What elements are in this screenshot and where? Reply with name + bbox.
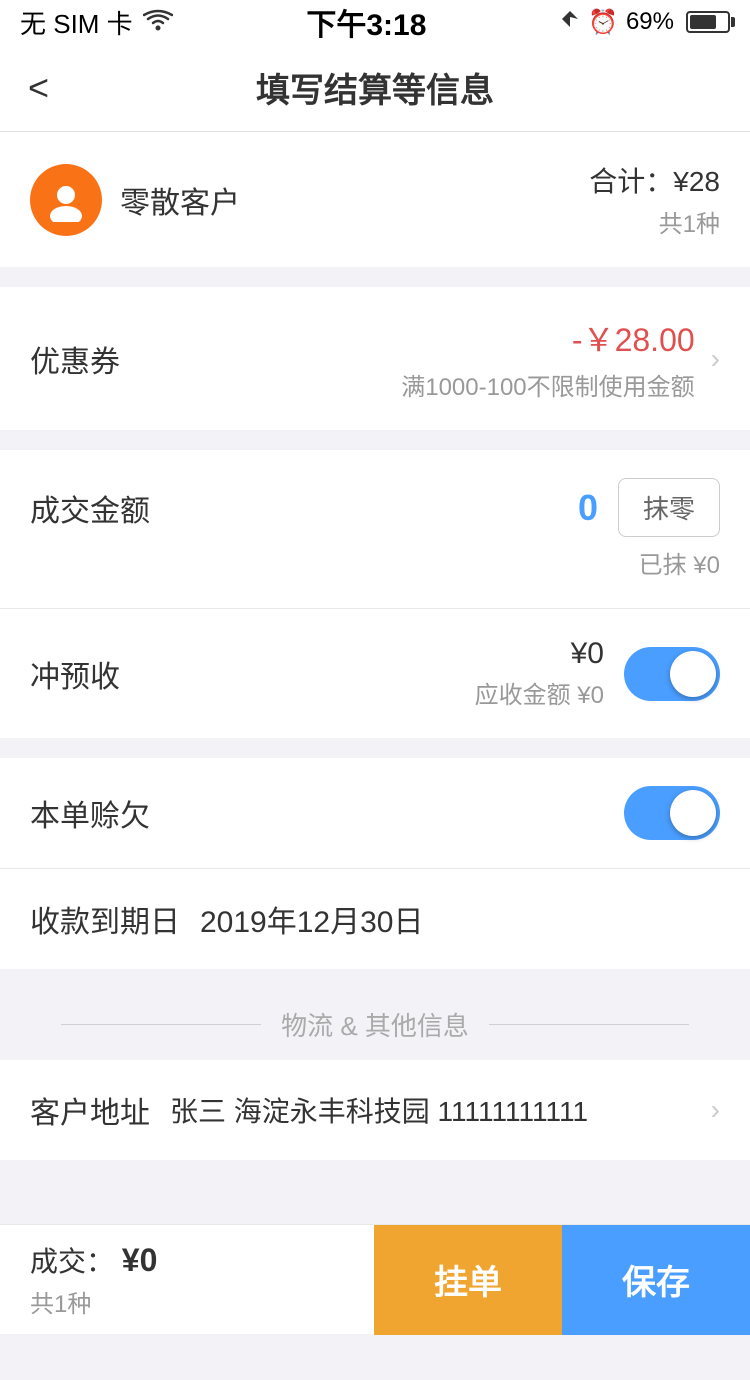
toggle-knob bbox=[670, 651, 716, 697]
battery-icon bbox=[686, 11, 730, 33]
deal-label: 成交： bbox=[30, 1246, 114, 1277]
due-date-label: 收款到期日 bbox=[30, 897, 180, 941]
prepay-toggle[interactable] bbox=[624, 647, 720, 701]
prepay-label: 冲预收 bbox=[30, 652, 120, 696]
separator-4 bbox=[0, 969, 750, 989]
coupon-row[interactable]: 优惠券 -￥28.00 满1000-100不限制使用金额 › bbox=[0, 287, 750, 430]
deal-value: ¥0 bbox=[122, 1242, 158, 1278]
transaction-value: 0 bbox=[578, 487, 598, 529]
bottom-bar: 成交： ¥0 共1种 挂单 保存 bbox=[0, 1224, 750, 1334]
customer-row: 零散客户 合计：¥28 共1种 bbox=[0, 132, 750, 267]
status-left: 无 SIM 卡 bbox=[20, 4, 173, 41]
separator-2 bbox=[0, 430, 750, 450]
carrier-text: 无 SIM 卡 bbox=[20, 4, 133, 41]
prepay-sub-value: 应收金额 ¥0 bbox=[475, 675, 604, 710]
prepay-top: 冲预收 ¥0 应收金额 ¥0 bbox=[30, 637, 720, 710]
status-right: ⏰ 69% bbox=[560, 8, 730, 37]
status-bar: 无 SIM 卡 下午3:18 ⏰ 69% bbox=[0, 0, 750, 44]
address-label: 客户地址 bbox=[30, 1088, 150, 1132]
address-chevron: › bbox=[711, 1094, 720, 1126]
logistics-label: 物流 & 其他信息 bbox=[61, 1006, 689, 1043]
status-time: 下午3:18 bbox=[306, 0, 426, 44]
separator-6 bbox=[0, 1160, 750, 1180]
battery-percent: 69% bbox=[626, 8, 674, 36]
credit-label: 本单赊欠 bbox=[30, 791, 150, 835]
prepay-values: ¥0 应收金额 ¥0 bbox=[475, 637, 604, 710]
coupon-sub: 满1000-100不限制使用金额 bbox=[401, 367, 694, 402]
coupon-label: 优惠券 bbox=[30, 337, 120, 381]
customer-summary: 合计：¥28 共1种 bbox=[589, 160, 720, 239]
transaction-label: 成交金额 bbox=[30, 486, 150, 530]
wifi-icon bbox=[143, 7, 173, 38]
customer-count: 共1种 bbox=[589, 204, 720, 239]
back-button[interactable]: < bbox=[28, 67, 49, 109]
customer-name: 零散客户 bbox=[120, 178, 240, 222]
coupon-chevron: › bbox=[711, 343, 720, 375]
hold-button[interactable]: 挂单 bbox=[374, 1225, 562, 1335]
transaction-right: 0 抹零 bbox=[578, 478, 720, 537]
logistics-divider: 物流 & 其他信息 bbox=[0, 989, 750, 1059]
prepay-right: ¥0 应收金额 ¥0 bbox=[475, 637, 720, 710]
alarm-icon: ⏰ bbox=[588, 8, 618, 37]
transaction-section: 成交金额 0 抹零 已抹 ¥0 bbox=[0, 450, 750, 608]
address-row[interactable]: 客户地址 张三 海淀永丰科技园 11111111111 › bbox=[0, 1060, 750, 1160]
bottom-count: 共1种 bbox=[30, 1284, 344, 1319]
save-button[interactable]: 保存 bbox=[562, 1225, 750, 1335]
content: 零散客户 合计：¥28 共1种 优惠券 -￥28.00 满1000-100不限制… bbox=[0, 132, 750, 1380]
separator-1 bbox=[0, 267, 750, 287]
due-date-row: 收款到期日 2019年12月30日 bbox=[0, 868, 750, 969]
round-button[interactable]: 抹零 bbox=[618, 478, 720, 537]
credit-section: 本单赊欠 bbox=[0, 758, 750, 868]
customer-avatar bbox=[30, 164, 102, 236]
due-date-value: 2019年12月30日 bbox=[200, 897, 423, 941]
page-title: 填写结算等信息 bbox=[256, 63, 494, 112]
credit-toggle[interactable] bbox=[624, 786, 720, 840]
coupon-right: -￥28.00 满1000-100不限制使用金额 › bbox=[401, 315, 720, 402]
prepay-section: 冲预收 ¥0 应收金额 ¥0 bbox=[0, 608, 750, 738]
coupon-value: -￥28.00 bbox=[401, 315, 694, 361]
separator-3 bbox=[0, 738, 750, 758]
bottom-info: 成交： ¥0 共1种 bbox=[0, 1240, 374, 1319]
nav-bar: < 填写结算等信息 bbox=[0, 44, 750, 132]
location-icon bbox=[560, 8, 580, 36]
credit-toggle-knob bbox=[670, 790, 716, 836]
bottom-deal-row: 成交： ¥0 bbox=[30, 1240, 344, 1280]
customer-total: 合计：¥28 bbox=[589, 160, 720, 200]
prepay-main-value: ¥0 bbox=[475, 637, 604, 671]
address-value: 张三 海淀永丰科技园 11111111111 bbox=[170, 1090, 711, 1130]
transaction-top: 成交金额 0 抹零 bbox=[30, 478, 720, 537]
customer-left: 零散客户 bbox=[30, 164, 240, 236]
transaction-sub: 已抹 ¥0 bbox=[30, 545, 720, 580]
